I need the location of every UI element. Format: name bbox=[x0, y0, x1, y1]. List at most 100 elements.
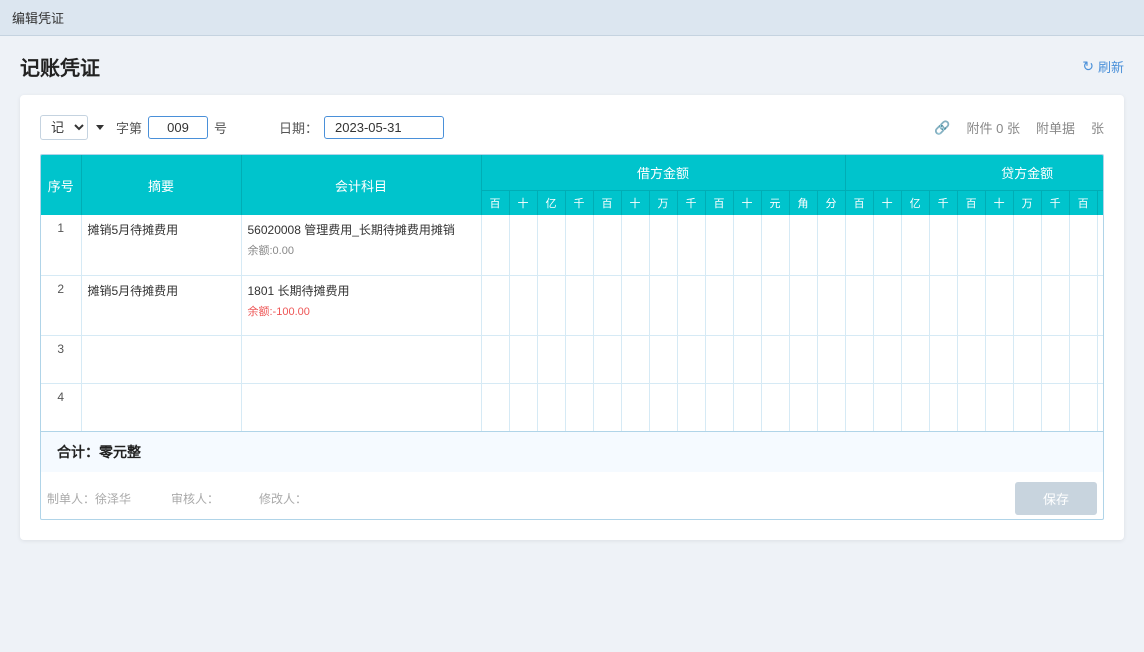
credit-digit-cell[interactable] bbox=[985, 383, 1013, 431]
debit-digit-cell[interactable] bbox=[705, 275, 733, 335]
debit-digit-cell[interactable] bbox=[593, 215, 621, 275]
debit-digit-cell[interactable] bbox=[649, 275, 677, 335]
debit-digit-cell[interactable] bbox=[733, 215, 761, 275]
save-button[interactable]: 保存 bbox=[1015, 482, 1097, 515]
debit-digit-cell[interactable] bbox=[621, 215, 649, 275]
row-account[interactable] bbox=[241, 383, 481, 431]
debit-digit-cell[interactable] bbox=[649, 335, 677, 383]
credit-digit-cell[interactable] bbox=[845, 275, 873, 335]
credit-digit-cell[interactable] bbox=[985, 215, 1013, 275]
debit-digit-cell[interactable] bbox=[677, 215, 705, 275]
debit-digit-cell[interactable] bbox=[537, 275, 565, 335]
credit-digit-cell[interactable] bbox=[929, 335, 957, 383]
credit-digit-cell[interactable] bbox=[1069, 335, 1097, 383]
credit-digit-cell[interactable] bbox=[845, 335, 873, 383]
credit-digit-cell[interactable] bbox=[873, 275, 901, 335]
credit-digit-cell[interactable] bbox=[929, 215, 957, 275]
debit-digit-cell[interactable] bbox=[537, 215, 565, 275]
row-summary[interactable] bbox=[81, 335, 241, 383]
debit-digit-cell[interactable] bbox=[565, 275, 593, 335]
credit-digit-cell[interactable] bbox=[901, 383, 929, 431]
debit-digit-cell[interactable] bbox=[789, 335, 817, 383]
row-summary[interactable] bbox=[81, 383, 241, 431]
debit-digit-cell[interactable] bbox=[677, 383, 705, 431]
credit-digit-cell[interactable] bbox=[1097, 335, 1104, 383]
credit-digit-cell[interactable] bbox=[1041, 215, 1069, 275]
debit-digit-cell[interactable] bbox=[817, 215, 845, 275]
credit-digit-cell[interactable] bbox=[1097, 383, 1104, 431]
debit-digit-cell[interactable] bbox=[705, 215, 733, 275]
debit-digit-cell[interactable] bbox=[761, 275, 789, 335]
credit-digit-cell[interactable] bbox=[985, 335, 1013, 383]
debit-digit-cell[interactable] bbox=[565, 215, 593, 275]
credit-digit-cell[interactable] bbox=[1069, 215, 1097, 275]
credit-digit-cell[interactable] bbox=[1013, 383, 1041, 431]
credit-digit-cell[interactable] bbox=[985, 275, 1013, 335]
debit-digit-cell[interactable] bbox=[481, 275, 509, 335]
debit-digit-cell[interactable] bbox=[621, 335, 649, 383]
debit-digit-cell[interactable] bbox=[537, 383, 565, 431]
debit-digit-cell[interactable] bbox=[817, 275, 845, 335]
credit-digit-cell[interactable] bbox=[1041, 335, 1069, 383]
credit-digit-cell[interactable] bbox=[873, 383, 901, 431]
debit-digit-cell[interactable] bbox=[509, 383, 537, 431]
debit-digit-cell[interactable] bbox=[509, 275, 537, 335]
credit-digit-cell[interactable] bbox=[873, 335, 901, 383]
debit-digit-cell[interactable] bbox=[817, 335, 845, 383]
debit-digit-cell[interactable] bbox=[593, 383, 621, 431]
credit-digit-cell[interactable] bbox=[957, 215, 985, 275]
credit-digit-cell[interactable] bbox=[1041, 383, 1069, 431]
attach-single-label[interactable]: 附单据 bbox=[1036, 118, 1075, 137]
credit-digit-cell[interactable] bbox=[929, 383, 957, 431]
debit-digit-cell[interactable] bbox=[481, 335, 509, 383]
debit-digit-cell[interactable] bbox=[789, 275, 817, 335]
credit-digit-cell[interactable] bbox=[957, 383, 985, 431]
credit-digit-cell[interactable] bbox=[901, 215, 929, 275]
debit-digit-cell[interactable] bbox=[705, 335, 733, 383]
debit-digit-cell[interactable] bbox=[677, 335, 705, 383]
credit-digit-cell[interactable] bbox=[1041, 275, 1069, 335]
credit-digit-cell[interactable] bbox=[1069, 275, 1097, 335]
debit-digit-cell[interactable] bbox=[565, 335, 593, 383]
debit-digit-cell[interactable] bbox=[649, 215, 677, 275]
debit-digit-cell[interactable] bbox=[649, 383, 677, 431]
debit-digit-cell[interactable] bbox=[761, 335, 789, 383]
debit-digit-cell[interactable] bbox=[509, 215, 537, 275]
debit-digit-cell[interactable] bbox=[733, 383, 761, 431]
credit-digit-cell[interactable] bbox=[957, 275, 985, 335]
debit-digit-cell[interactable] bbox=[761, 383, 789, 431]
debit-digit-cell[interactable] bbox=[509, 335, 537, 383]
date-input[interactable] bbox=[324, 116, 444, 139]
credit-digit-cell[interactable] bbox=[845, 215, 873, 275]
refresh-button[interactable]: ↻ 刷新 bbox=[1082, 57, 1124, 76]
debit-digit-cell[interactable] bbox=[789, 383, 817, 431]
credit-digit-cell[interactable] bbox=[929, 275, 957, 335]
credit-digit-cell[interactable] bbox=[1097, 215, 1104, 275]
debit-digit-cell[interactable] bbox=[789, 215, 817, 275]
credit-digit-cell[interactable] bbox=[1013, 215, 1041, 275]
row-account[interactable]: 1801 长期待摊费用余额:-100.00 bbox=[241, 275, 481, 335]
type-select[interactable]: 记 bbox=[40, 115, 88, 140]
credit-digit-cell[interactable] bbox=[873, 215, 901, 275]
debit-digit-cell[interactable] bbox=[593, 275, 621, 335]
credit-digit-cell[interactable] bbox=[1097, 275, 1104, 335]
debit-digit-cell[interactable] bbox=[817, 383, 845, 431]
debit-digit-cell[interactable] bbox=[733, 335, 761, 383]
debit-digit-cell[interactable] bbox=[481, 215, 509, 275]
credit-digit-cell[interactable] bbox=[901, 275, 929, 335]
credit-digit-cell[interactable] bbox=[1013, 335, 1041, 383]
row-account[interactable] bbox=[241, 335, 481, 383]
debit-digit-cell[interactable] bbox=[565, 383, 593, 431]
credit-digit-cell[interactable] bbox=[1069, 383, 1097, 431]
debit-digit-cell[interactable] bbox=[761, 215, 789, 275]
debit-digit-cell[interactable] bbox=[677, 275, 705, 335]
debit-digit-cell[interactable] bbox=[621, 383, 649, 431]
credit-digit-cell[interactable] bbox=[845, 383, 873, 431]
debit-digit-cell[interactable] bbox=[481, 383, 509, 431]
row-summary[interactable]: 摊销5月待摊费用 bbox=[81, 275, 241, 335]
debit-digit-cell[interactable] bbox=[705, 383, 733, 431]
credit-digit-cell[interactable] bbox=[957, 335, 985, 383]
debit-digit-cell[interactable] bbox=[733, 275, 761, 335]
debit-digit-cell[interactable] bbox=[593, 335, 621, 383]
row-account[interactable]: 56020008 管理费用_长期待摊费用摊销余额:0.00 bbox=[241, 215, 481, 275]
